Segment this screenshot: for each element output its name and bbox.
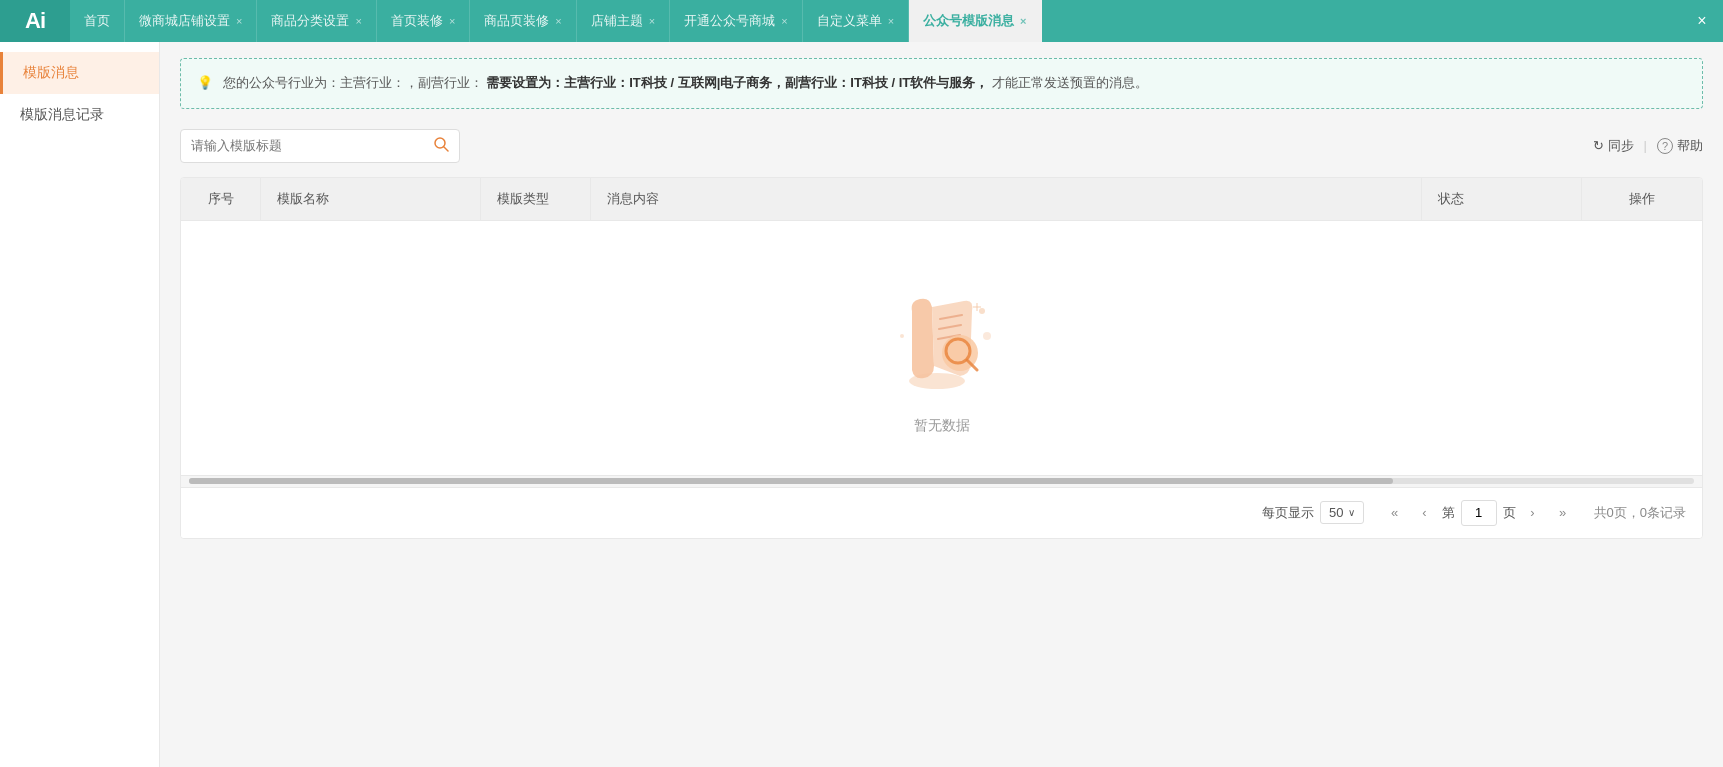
help-button[interactable]: ? 帮助: [1657, 137, 1703, 155]
main-layout: 模版消息模版消息记录 💡 您的公众号行业为：主营行业：，副营行业： 需要设置为：…: [0, 42, 1723, 767]
tab-product-decor[interactable]: 商品页装修×: [470, 0, 576, 42]
empty-illustration: [882, 281, 1002, 401]
svg-point-9: [979, 308, 985, 314]
prev-page-button[interactable]: ‹: [1412, 500, 1438, 526]
tab-shop-theme[interactable]: 店铺主题×: [577, 0, 670, 42]
notice-highlight: 需要设置为：主营行业：IT科技 / 互联网|电子商务，副营行业：IT科技 / I…: [486, 75, 988, 90]
table-header: 序号 模版名称 模版类型 消息内容 状态 操作: [181, 178, 1702, 221]
tab-close-shop-theme[interactable]: ×: [649, 15, 655, 27]
app-logo: Ai: [0, 0, 70, 42]
tab-category-settings[interactable]: 商品分类设置×: [257, 0, 376, 42]
sidebar: 模版消息模版消息记录: [0, 42, 160, 767]
empty-text: 暂无数据: [914, 417, 970, 435]
sync-label: 同步: [1608, 137, 1634, 155]
search-input-wrapper[interactable]: [180, 129, 460, 163]
sidebar-item-template-message[interactable]: 模版消息: [0, 52, 159, 94]
sync-button[interactable]: ↻ 同步: [1593, 137, 1634, 155]
tab-homepage-decor[interactable]: 首页装修×: [377, 0, 470, 42]
tab-custom-menu[interactable]: 自定义菜单×: [803, 0, 909, 42]
col-header-type: 模版类型: [481, 178, 591, 220]
tab-template-msg[interactable]: 公众号模版消息×: [909, 0, 1041, 42]
notice-suffix: 才能正常发送预置的消息。: [992, 75, 1148, 90]
notice-prefix: 您的公众号行业为：主营行业：，副营行业：: [223, 75, 483, 90]
tab-close-template-msg[interactable]: ×: [1020, 15, 1026, 27]
content-area: 💡 您的公众号行业为：主营行业：，副营行业： 需要设置为：主营行业：IT科技 /…: [160, 42, 1723, 767]
sidebar-item-template-message-record[interactable]: 模版消息记录: [0, 94, 159, 136]
col-header-action: 操作: [1582, 178, 1702, 220]
col-header-status: 状态: [1422, 178, 1582, 220]
first-page-button[interactable]: «: [1382, 500, 1408, 526]
tab-close-shop-settings[interactable]: ×: [236, 15, 242, 27]
svg-line-1: [444, 147, 448, 151]
dropdown-icon: ∨: [1348, 507, 1355, 518]
tab-home[interactable]: 首页: [70, 0, 125, 42]
page-size-dropdown[interactable]: 50 ∨: [1320, 501, 1363, 524]
tab-open-mall[interactable]: 开通公众号商城×: [670, 0, 802, 42]
search-actions: ↻ 同步 | ? 帮助: [1593, 137, 1703, 155]
page-navigation: « ‹ 第 页 › »: [1382, 500, 1576, 526]
global-close-button[interactable]: ×: [1681, 0, 1723, 42]
help-icon: ?: [1657, 138, 1673, 154]
pagination: 每页显示 50 ∨ « ‹ 第 页 › »: [181, 487, 1702, 538]
tab-list: 首页微商城店铺设置×商品分类设置×首页装修×商品页装修×店铺主题×开通公众号商城…: [70, 0, 1681, 42]
page-di-label: 第: [1442, 504, 1455, 522]
horizontal-scrollbar[interactable]: [181, 475, 1702, 487]
search-bar: ↻ 同步 | ? 帮助: [180, 129, 1703, 163]
search-input[interactable]: [191, 138, 434, 153]
help-label: 帮助: [1677, 137, 1703, 155]
page-size-value: 50: [1329, 505, 1343, 520]
sync-icon: ↻: [1593, 138, 1604, 153]
total-info: 共0页，0条记录: [1594, 504, 1686, 522]
col-header-content: 消息内容: [591, 178, 1422, 220]
tab-close-product-decor[interactable]: ×: [555, 15, 561, 27]
top-navigation: Ai 首页微商城店铺设置×商品分类设置×首页装修×商品页装修×店铺主题×开通公众…: [0, 0, 1723, 42]
next-page-button[interactable]: ›: [1520, 500, 1546, 526]
divider: |: [1644, 138, 1647, 153]
tab-close-category-settings[interactable]: ×: [355, 15, 361, 27]
tab-close-open-mall[interactable]: ×: [781, 15, 787, 27]
notice-icon: 💡: [197, 75, 213, 90]
svg-point-10: [900, 334, 904, 338]
page-size-select: 每页显示 50 ∨: [1262, 501, 1363, 524]
col-header-index: 序号: [181, 178, 261, 220]
page-number-input[interactable]: [1461, 500, 1497, 526]
page-size-label: 每页显示: [1262, 504, 1314, 522]
tab-shop-settings[interactable]: 微商城店铺设置×: [125, 0, 257, 42]
empty-state: 暂无数据: [181, 221, 1702, 475]
page-label: 页: [1503, 504, 1516, 522]
svg-point-11: [983, 332, 991, 340]
col-header-name: 模版名称: [261, 178, 481, 220]
scrollbar-track: [189, 478, 1694, 484]
notice-box: 💡 您的公众号行业为：主营行业：，副营行业： 需要设置为：主营行业：IT科技 /…: [180, 58, 1703, 109]
last-page-button[interactable]: »: [1550, 500, 1576, 526]
search-button[interactable]: [434, 137, 449, 155]
tab-close-homepage-decor[interactable]: ×: [449, 15, 455, 27]
tab-close-custom-menu[interactable]: ×: [888, 15, 894, 27]
page-input-wrap: 第 页: [1442, 500, 1516, 526]
scrollbar-thumb[interactable]: [189, 478, 1393, 484]
table-container: 序号 模版名称 模版类型 消息内容 状态 操作: [180, 177, 1703, 539]
